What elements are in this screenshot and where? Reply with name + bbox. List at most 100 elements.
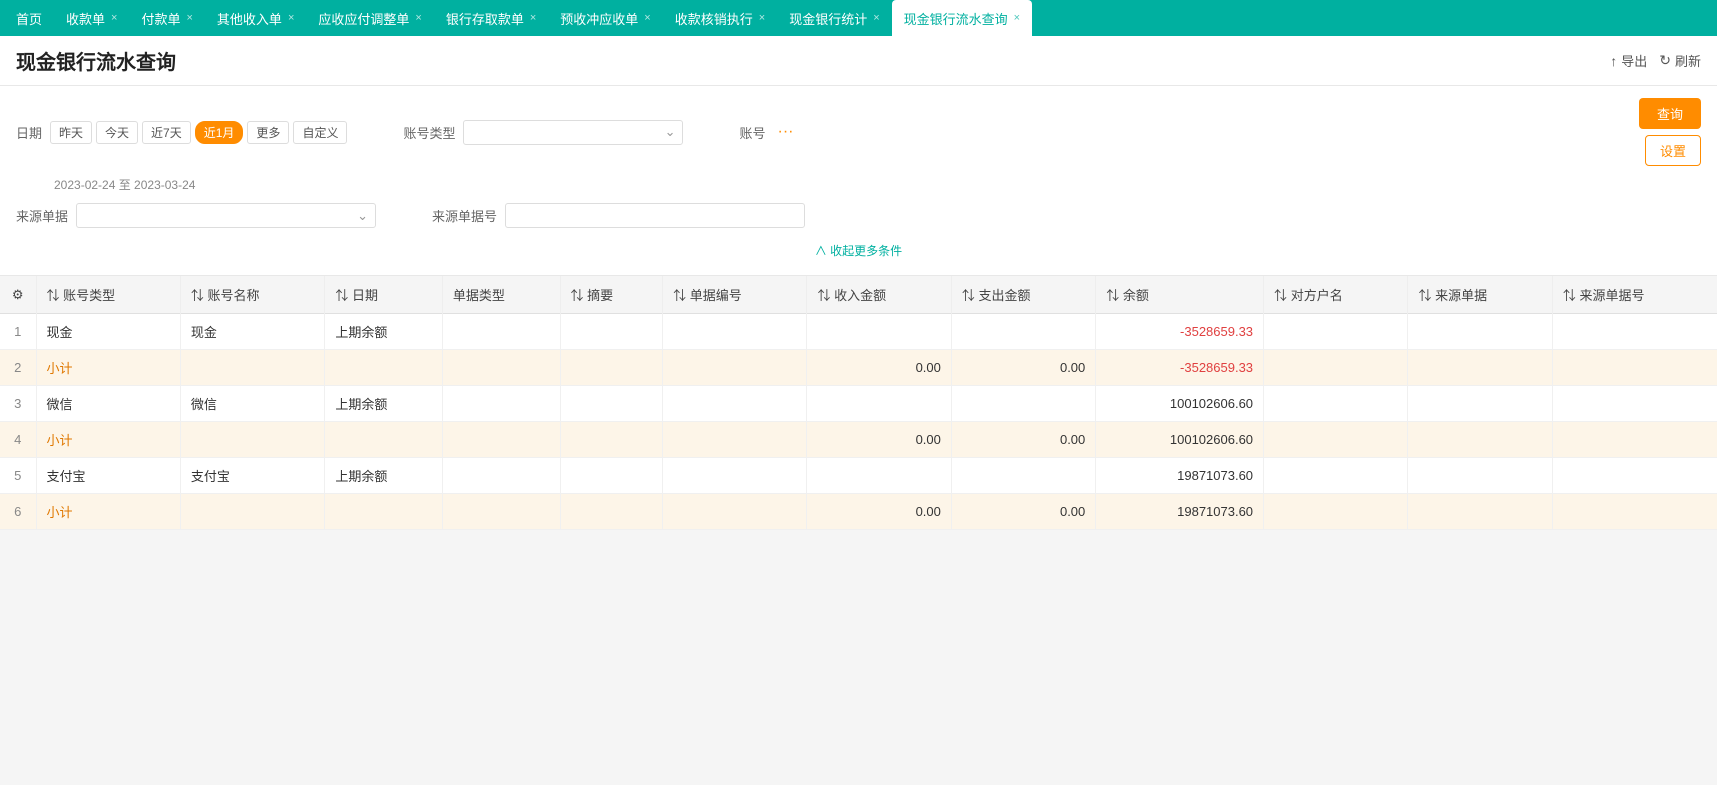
date-btn-today[interactable]: 今天 — [96, 121, 138, 144]
account-no-dots-btn[interactable]: ··· — [773, 123, 797, 141]
close-icon[interactable]: × — [186, 12, 192, 24]
nav-receipts[interactable]: 收款单 × — [54, 0, 129, 36]
col-doc-type[interactable]: 单据类型 — [442, 276, 560, 314]
col-account-type[interactable]: ⇅ 账号类型 — [36, 276, 180, 314]
cell-expense: 0.00 — [951, 494, 1095, 530]
cell-doc-no — [663, 422, 807, 458]
source-doc-filter-group: 来源单据 — [16, 203, 376, 228]
cell-source-doc — [1408, 422, 1552, 458]
close-icon[interactable]: × — [644, 12, 650, 24]
cell-source-doc-no — [1552, 458, 1717, 494]
close-icon[interactable]: × — [288, 12, 294, 24]
cell-source-doc — [1408, 386, 1552, 422]
table-row[interactable]: 2 小计 0.00 0.00 -3528659.33 — [0, 350, 1717, 386]
col-doc-no[interactable]: ⇅ 单据编号 — [663, 276, 807, 314]
col-balance[interactable]: ⇅ 余额 — [1096, 276, 1264, 314]
cell-source-doc — [1408, 458, 1552, 494]
date-btn-1month[interactable]: 近1月 — [195, 121, 244, 144]
export-button[interactable]: ↑ 导出 — [1610, 51, 1647, 70]
close-icon[interactable]: × — [415, 12, 421, 24]
table-row[interactable]: 6 小计 0.00 0.00 19871073.60 — [0, 494, 1717, 530]
cell-counterpart — [1264, 314, 1408, 350]
col-date[interactable]: ⇅ 日期 — [325, 276, 443, 314]
export-icon: ↑ — [1610, 53, 1617, 69]
cell-expense — [951, 458, 1095, 494]
filter-row-1: 日期 昨天 今天 近7天 近1月 更多 自定义 账号类型 账号 ··· — [16, 98, 1701, 166]
cell-row-num: 2 — [0, 350, 36, 386]
refresh-button[interactable]: ↻ 刷新 — [1659, 51, 1701, 70]
cell-counterpart — [1264, 494, 1408, 530]
collapse-bar[interactable]: ∧ 收起更多条件 — [16, 238, 1701, 263]
date-btn-7days[interactable]: 近7天 — [142, 121, 191, 144]
cell-row-num: 1 — [0, 314, 36, 350]
header-actions: ↑ 导出 ↻ 刷新 — [1610, 51, 1701, 70]
top-nav: 首页 收款单 × 付款单 × 其他收入单 × 应收应付调整单 × 银行存取款单 … — [0, 0, 1717, 36]
date-btn-yesterday[interactable]: 昨天 — [50, 121, 92, 144]
cell-source-doc-no — [1552, 422, 1717, 458]
col-summary[interactable]: ⇅ 摘要 — [560, 276, 663, 314]
close-icon[interactable]: × — [111, 12, 117, 24]
nav-ar-ap-adjust[interactable]: 应收应付调整单 × — [306, 0, 433, 36]
table-row[interactable]: 3 微信 微信 上期余额 100102606.60 — [0, 386, 1717, 422]
nav-home[interactable]: 首页 — [4, 0, 54, 36]
col-counterpart[interactable]: ⇅ 对方户名 — [1264, 276, 1408, 314]
col-income[interactable]: ⇅ 收入金额 — [807, 276, 951, 314]
query-button[interactable]: 查询 — [1639, 98, 1701, 129]
date-btn-custom[interactable]: 自定义 — [293, 121, 347, 144]
close-icon[interactable]: × — [873, 12, 879, 24]
date-btn-more[interactable]: 更多 — [247, 121, 289, 144]
cell-balance: -3528659.33 — [1096, 314, 1264, 350]
cell-expense — [951, 314, 1095, 350]
source-doc-no-input[interactable] — [505, 203, 805, 228]
filter-row-2: 来源单据 来源单据号 — [16, 203, 1701, 228]
cell-date — [325, 494, 443, 530]
cell-balance: 19871073.60 — [1096, 458, 1264, 494]
cell-row-num: 4 — [0, 422, 36, 458]
nav-cash-bank-flow[interactable]: 现金银行流水查询 × — [892, 0, 1032, 36]
refresh-icon: ↻ — [1659, 52, 1671, 69]
col-source-doc[interactable]: ⇅ 来源单据 — [1408, 276, 1552, 314]
table-body: 1 现金 现金 上期余额 -3528659.33 2 小计 0.00 0.00 … — [0, 314, 1717, 530]
table-row[interactable]: 1 现金 现金 上期余额 -3528659.33 — [0, 314, 1717, 350]
cell-doc-no — [663, 494, 807, 530]
close-icon[interactable]: × — [530, 12, 536, 24]
date-range-display: 2023-02-24 至 2023-03-24 — [50, 176, 1701, 193]
nav-bank-deposit[interactable]: 银行存取款单 × — [434, 0, 548, 36]
col-gear[interactable]: ⚙ — [0, 276, 36, 314]
account-no-filter-group: 账号 ··· — [739, 123, 797, 142]
account-type-select[interactable] — [463, 120, 683, 145]
close-icon[interactable]: × — [759, 12, 765, 24]
nav-advance-offset[interactable]: 预收冲应收单 × — [548, 0, 662, 36]
cell-expense: 0.00 — [951, 350, 1095, 386]
settings-button[interactable]: 设置 — [1645, 135, 1701, 166]
cell-expense: 0.00 — [951, 422, 1095, 458]
source-doc-select[interactable] — [76, 203, 376, 228]
col-account-name[interactable]: ⇅ 账号名称 — [180, 276, 324, 314]
nav-other-income[interactable]: 其他收入单 × — [205, 0, 306, 36]
date-filter-group: 日期 昨天 今天 近7天 近1月 更多 自定义 — [16, 121, 347, 144]
table-container: ⚙ ⇅ 账号类型 ⇅ 账号名称 ⇅ 日期 单据类型 ⇅ — [0, 276, 1717, 530]
cell-summary — [560, 458, 663, 494]
nav-cash-bank-stats[interactable]: 现金银行统计 × — [777, 0, 891, 36]
cell-account-name — [180, 350, 324, 386]
nav-payments[interactable]: 付款单 × — [129, 0, 204, 36]
close-icon[interactable]: × — [1014, 12, 1020, 24]
cell-income — [807, 458, 951, 494]
table-row[interactable]: 5 支付宝 支付宝 上期余额 19871073.60 — [0, 458, 1717, 494]
col-source-doc-no[interactable]: ⇅ 来源单据号 — [1552, 276, 1717, 314]
col-expense[interactable]: ⇅ 支出金额 — [951, 276, 1095, 314]
table-header: ⚙ ⇅ 账号类型 ⇅ 账号名称 ⇅ 日期 单据类型 ⇅ — [0, 276, 1717, 314]
nav-collection-exec[interactable]: 收款核销执行 × — [663, 0, 777, 36]
cell-summary — [560, 386, 663, 422]
cell-date: 上期余额 — [325, 314, 443, 350]
source-doc-select-wrapper — [76, 203, 376, 228]
page-header: 现金银行流水查询 ↑ 导出 ↻ 刷新 — [0, 36, 1717, 86]
cell-doc-type — [442, 422, 560, 458]
action-buttons: 查询 设置 — [1639, 98, 1701, 166]
cell-source-doc-no — [1552, 386, 1717, 422]
cell-account-name: 微信 — [180, 386, 324, 422]
table-row[interactable]: 4 小计 0.00 0.00 100102606.60 — [0, 422, 1717, 458]
cell-counterpart — [1264, 350, 1408, 386]
cell-row-num: 5 — [0, 458, 36, 494]
cell-counterpart — [1264, 386, 1408, 422]
